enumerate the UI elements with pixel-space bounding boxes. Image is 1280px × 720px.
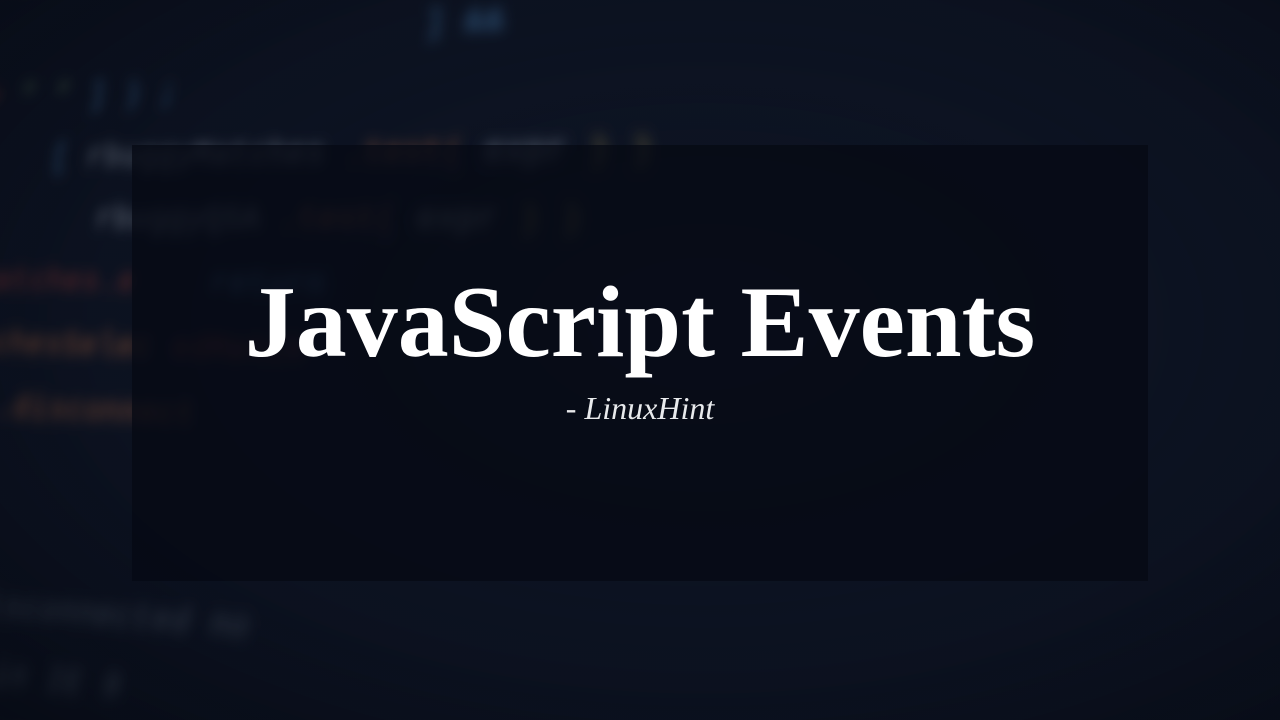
- bg-token: ] ) ;: [87, 77, 179, 115]
- bg-token: matches.e: [0, 263, 138, 302]
- main-title: JavaScript Events: [245, 269, 1036, 376]
- bg-token: documentIsHTML: [0, 0, 135, 3]
- bg-token: ] &&: [424, 3, 506, 43]
- title-card: JavaScript Events - LinuxHint: [132, 145, 1148, 581]
- bg-token: expr +: [0, 81, 5, 118]
- bg-token: " ": [18, 80, 73, 116]
- subtitle: - LinuxHint: [566, 390, 714, 427]
